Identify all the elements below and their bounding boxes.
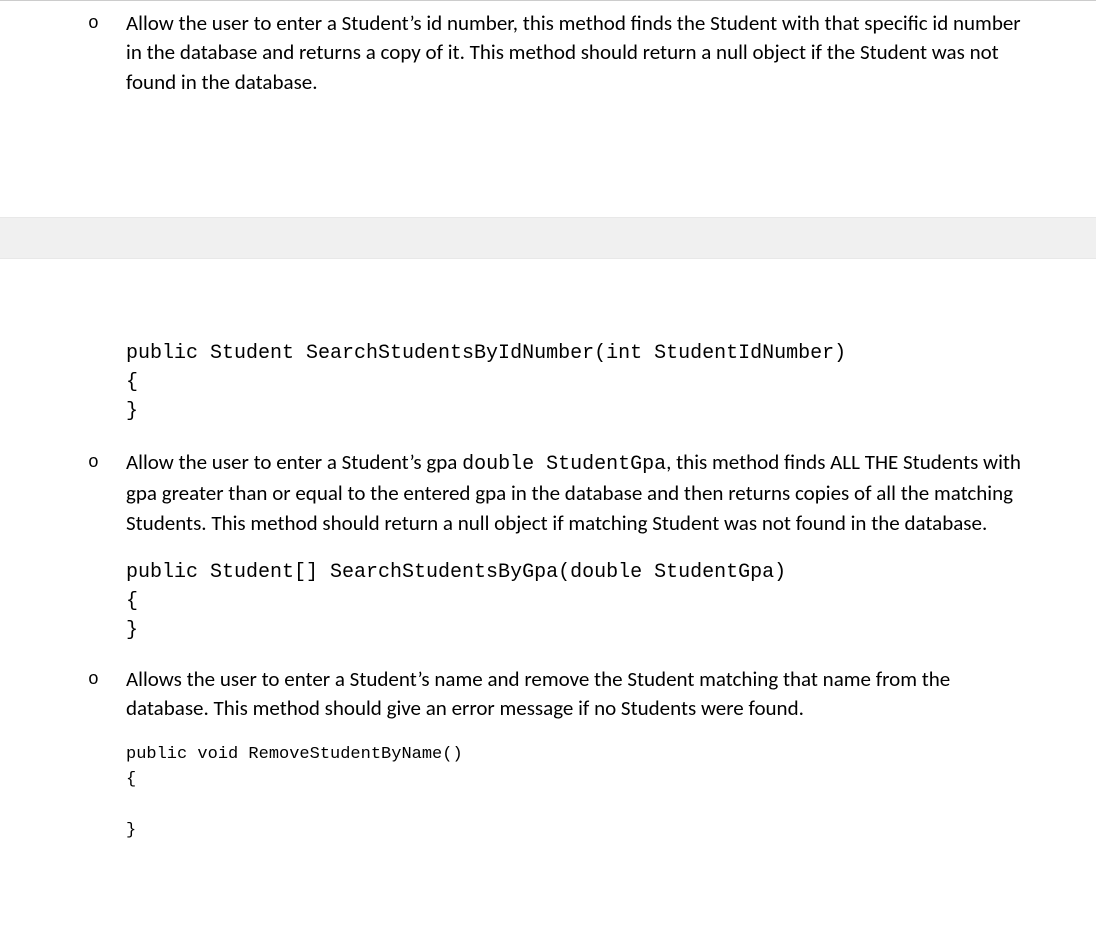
bullet-marker: o	[88, 448, 126, 538]
page-break	[0, 217, 1096, 259]
bullet-text-2: Allow the user to enter a Student’s gpa …	[126, 448, 1036, 538]
code-block-2: public Student[] SearchStudentsByGpa(dou…	[0, 558, 1096, 645]
code-block-1: public Student SearchStudentsByIdNumber(…	[0, 339, 1096, 426]
bullet-item-3: o Allows the user to enter a Student’s n…	[0, 665, 1096, 724]
code-block-3: public void RemoveStudentByName() { }	[0, 742, 1096, 844]
bullet-text-2-code: double StudentGpa	[462, 453, 666, 476]
bullet-marker: o	[88, 665, 126, 724]
bullet-item-2: o Allow the user to enter a Student’s gp…	[0, 448, 1096, 538]
bullet-marker: o	[88, 9, 126, 97]
bullet-text-1: Allow the user to enter a Student’s id n…	[126, 9, 1036, 97]
bullet-text-3: Allows the user to enter a Student’s nam…	[126, 665, 1036, 724]
bullet-text-2-prefix: Allow the user to enter a Student’s gpa	[126, 449, 462, 475]
bullet-item-1: o Allow the user to enter a Student’s id…	[0, 9, 1096, 97]
